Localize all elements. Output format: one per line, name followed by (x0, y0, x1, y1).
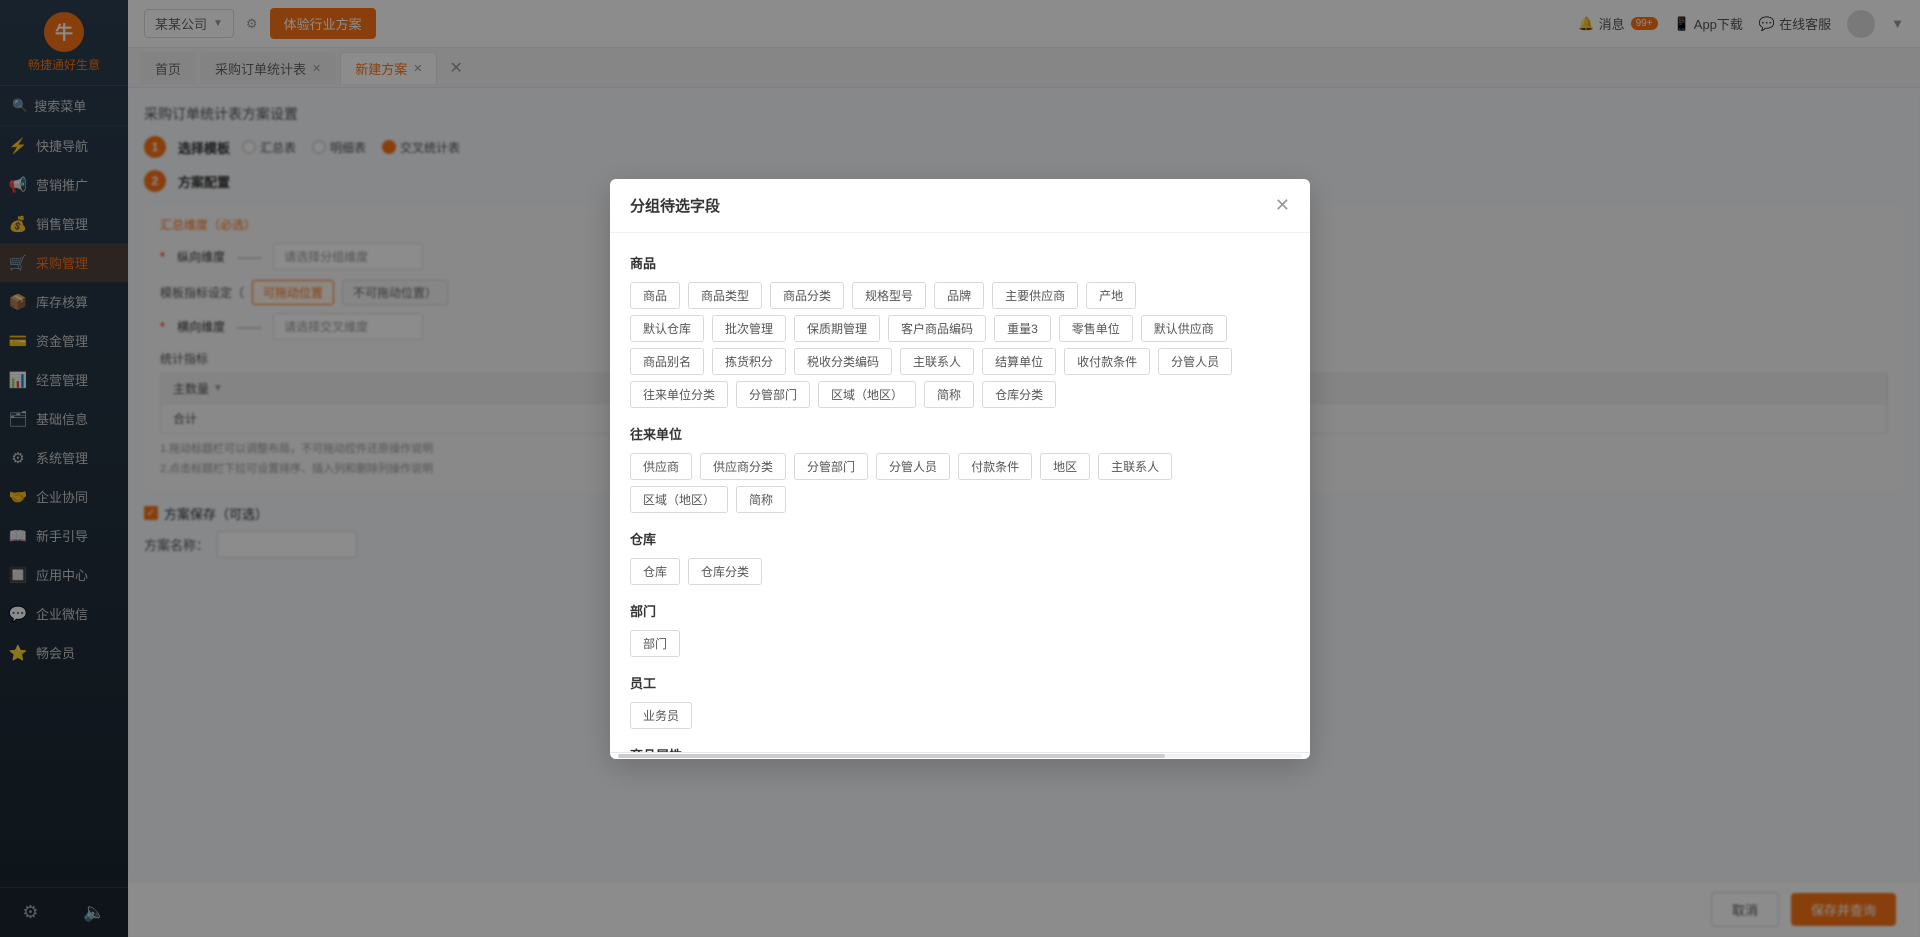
tag-保质期管理[interactable]: 保质期管理 (794, 315, 880, 342)
tag-主联系人[interactable]: 主联系人 (900, 348, 974, 375)
tag-group-partner-1: 区域（地区） 简称 (630, 486, 1290, 513)
tag-分管人员[interactable]: 分管人员 (876, 453, 950, 480)
tag-主联系人[interactable]: 主联系人 (1098, 453, 1172, 480)
tag-结算单位[interactable]: 结算单位 (982, 348, 1056, 375)
tag-分管部门[interactable]: 分管部门 (794, 453, 868, 480)
modal-close-btn[interactable]: ✕ (1275, 195, 1290, 216)
tag-主要供应商[interactable]: 主要供应商 (992, 282, 1078, 309)
tag-group-goods-3: 往来单位分类分管部门区域（地区） 简称仓库分类 (630, 381, 1290, 408)
tag-仓库[interactable]: 仓库 (630, 558, 680, 585)
tag-供应商[interactable]: 供应商 (630, 453, 692, 480)
tag-部门[interactable]: 部门 (630, 630, 680, 657)
tag-地区[interactable]: 地区 (1040, 453, 1090, 480)
tag-规格型号[interactable]: 规格型号 (852, 282, 926, 309)
modal: 分组待选字段 ✕ 商品商品商品类型商品分类规格型号品牌主要供应商产地默认仓库批次… (610, 179, 1310, 759)
tag-品牌[interactable]: 品牌 (934, 282, 984, 309)
modal-scroll-bar[interactable] (610, 752, 1310, 759)
tag-往来单位分类[interactable]: 往来单位分类 (630, 381, 728, 408)
tag-业务员[interactable]: 业务员 (630, 702, 692, 729)
tag-产地[interactable]: 产地 (1086, 282, 1136, 309)
tag-group-employee-0: 业务员 (630, 702, 1290, 729)
modal-body[interactable]: 商品商品商品类型商品分类规格型号品牌主要供应商产地默认仓库批次管理保质期管理客户… (610, 233, 1310, 752)
section-title-warehouse: 仓库 (630, 529, 1290, 548)
section-title-partner: 往来单位 (630, 424, 1290, 443)
tag-区域地区[interactable]: 区域（地区） (818, 381, 916, 408)
modal-title: 分组待选字段 (630, 195, 720, 216)
tag-默认供应商[interactable]: 默认供应商 (1141, 315, 1227, 342)
tag-仓库分类[interactable]: 仓库分类 (688, 558, 762, 585)
tag-分管人员[interactable]: 分管人员 (1158, 348, 1232, 375)
tag-分管部门[interactable]: 分管部门 (736, 381, 810, 408)
tag-默认仓库[interactable]: 默认仓库 (630, 315, 704, 342)
tag-收付款条件[interactable]: 收付款条件 (1064, 348, 1150, 375)
tag-客户商品编码[interactable]: 客户商品编码 (888, 315, 986, 342)
tag-简称[interactable]: 简称 (736, 486, 786, 513)
tag-供应商分类[interactable]: 供应商分类 (700, 453, 786, 480)
modal-header: 分组待选字段 ✕ (610, 179, 1310, 233)
tag-group-goods-1: 默认仓库批次管理保质期管理客户商品编码重量3 零售单位默认供应商 (630, 315, 1290, 342)
section-title-employee: 员工 (630, 673, 1290, 692)
section-title-goods: 商品 (630, 253, 1290, 272)
tag-拣货积分[interactable]: 拣货积分 (712, 348, 786, 375)
tag-商品分类[interactable]: 商品分类 (770, 282, 844, 309)
tag-仓库分类[interactable]: 仓库分类 (982, 381, 1056, 408)
tag-零售单位[interactable]: 零售单位 (1059, 315, 1133, 342)
tag-区域地区[interactable]: 区域（地区） (630, 486, 728, 513)
tag-group-goods-2: 商品别名拣货积分税收分类编码主联系人结算单位收付款条件分管人员 (630, 348, 1290, 375)
tag-税收分类编码[interactable]: 税收分类编码 (794, 348, 892, 375)
tag-批次管理[interactable]: 批次管理 (712, 315, 786, 342)
tag-商品类型[interactable]: 商品类型 (688, 282, 762, 309)
section-title-goods-attr: 商品属性 (630, 745, 1290, 752)
modal-overlay: 分组待选字段 ✕ 商品商品商品类型商品分类规格型号品牌主要供应商产地默认仓库批次… (0, 0, 1920, 937)
section-title-department: 部门 (630, 601, 1290, 620)
tag-付款条件[interactable]: 付款条件 (958, 453, 1032, 480)
tag-商品[interactable]: 商品 (630, 282, 680, 309)
tag-商品别名[interactable]: 商品别名 (630, 348, 704, 375)
tag-group-department-0: 部门 (630, 630, 1290, 657)
tag-重量[interactable]: 重量3 (994, 315, 1051, 342)
tag-简称[interactable]: 简称 (924, 381, 974, 408)
tag-group-warehouse-0: 仓库仓库分类 (630, 558, 1290, 585)
tag-group-partner-0: 供应商供应商分类分管部门分管人员付款条件地区主联系人 (630, 453, 1290, 480)
tag-group-goods-0: 商品商品类型商品分类规格型号品牌主要供应商产地 (630, 282, 1290, 309)
